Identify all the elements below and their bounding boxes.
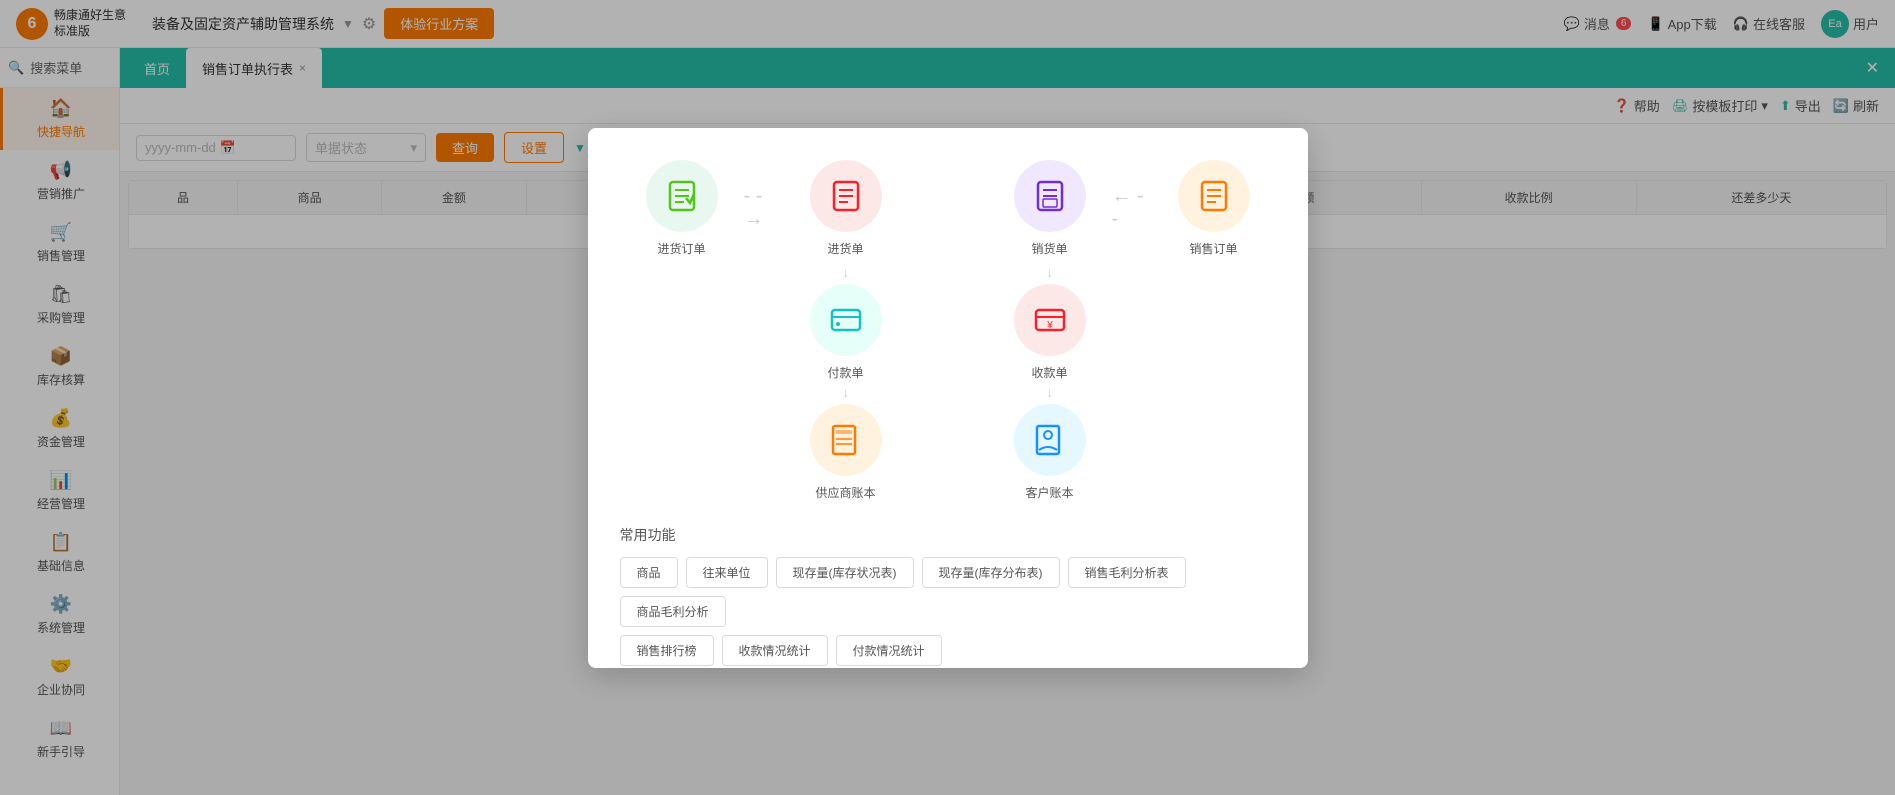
flow-supplier-account[interactable]: 供应商账本	[810, 404, 882, 501]
func-btn-row2-1[interactable]: 收款情况统计	[722, 635, 828, 666]
func-btn-row1-1[interactable]: 往来单位	[686, 557, 768, 588]
purchase-order-icon	[646, 160, 718, 232]
arrow-down-receipt: ↓	[1046, 385, 1053, 400]
common-functions-title: 常用功能	[620, 525, 1276, 545]
flow-customer-account[interactable]: 客户账本	[1014, 404, 1086, 501]
flow-sales-order[interactable]: 销售订单	[1178, 160, 1250, 257]
supplier-account-icon	[810, 404, 882, 476]
flow-sales-slip[interactable]: 销货单	[1014, 160, 1086, 257]
func-btn-row1-3[interactable]: 现存量(库存分布表)	[922, 557, 1060, 588]
flow-purchase-order[interactable]: 进货订单	[646, 160, 718, 257]
func-btn-row2-2[interactable]: 付款情况统计	[836, 635, 942, 666]
func-btn-row2-0[interactable]: 销售排行榜	[620, 635, 714, 666]
arrow-down-purchase: ↓	[842, 265, 849, 280]
arrow-purchase-order-to-slip: - - →	[744, 185, 784, 231]
modal-overlay[interactable]: 进货订单 - - → 进货单 销货单 ← - -	[0, 0, 1895, 795]
sales-order-icon	[1178, 160, 1250, 232]
flow-purchase-slip[interactable]: 进货单	[810, 160, 882, 257]
sales-slip-icon	[1014, 160, 1086, 232]
customer-account-icon	[1014, 404, 1086, 476]
receipt-slip-icon: ¥	[1014, 284, 1086, 356]
func-btn-row1-2[interactable]: 现存量(库存状况表)	[776, 557, 914, 588]
common-functions: 常用功能 商品往来单位现存量(库存状况表)现存量(库存分布表)销售毛利分析表商品…	[620, 525, 1276, 666]
svg-text:¥: ¥	[1046, 320, 1053, 331]
arrow-down-sales: ↓	[1046, 265, 1053, 280]
modal-dialog: 进货订单 - - → 进货单 销货单 ← - -	[588, 128, 1308, 668]
arrow-down-payment: ↓	[842, 385, 849, 400]
payment-slip-icon	[810, 284, 882, 356]
purchase-slip-icon	[810, 160, 882, 232]
func-btn-row1-4[interactable]: 销售毛利分析表	[1068, 557, 1186, 588]
flow-receipt-slip[interactable]: ¥ 收款单	[1014, 284, 1086, 381]
flow-payment-slip[interactable]: 付款单	[810, 284, 882, 381]
func-buttons-row2: 销售排行榜收款情况统计付款情况统计	[620, 635, 1276, 666]
func-btn-row1-0[interactable]: 商品	[620, 557, 678, 588]
func-buttons-row1: 商品往来单位现存量(库存状况表) 现存量(库存分布表) 销售毛利分析表商品毛利分析	[620, 557, 1276, 627]
func-btn-row1-5[interactable]: 商品毛利分析	[620, 596, 726, 627]
arrow-sales-order-to-slip: ← - -	[1112, 185, 1152, 231]
